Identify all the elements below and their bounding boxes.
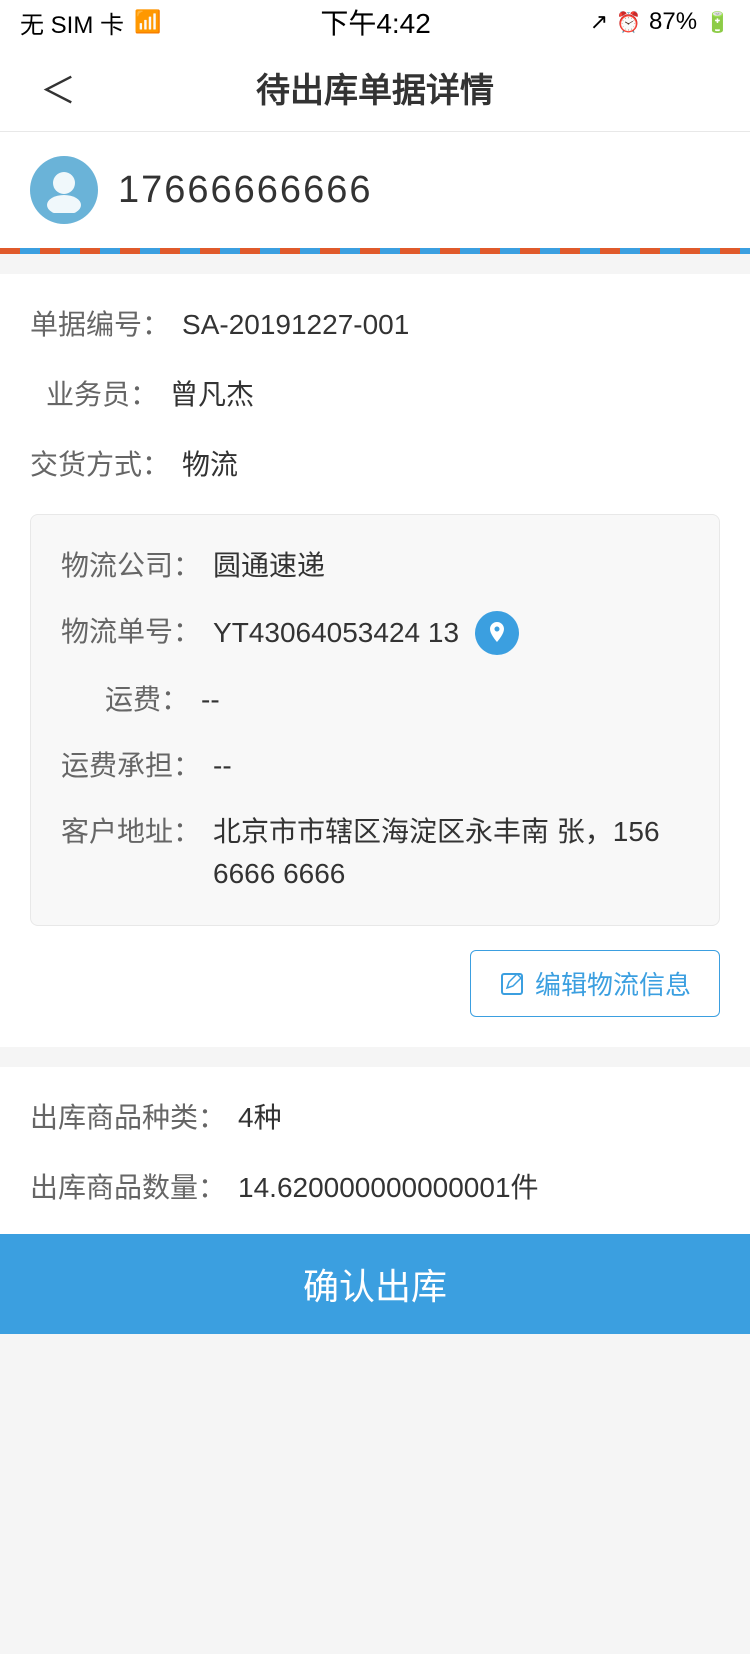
status-time: 下午4:42 xyxy=(320,2,431,42)
avatar xyxy=(30,156,98,224)
track-location-button[interactable] xyxy=(475,611,519,655)
user-icon xyxy=(41,167,87,213)
address-row: 客户地址： 北京市市辖区海淀区永丰南 张，156 6666 6666 xyxy=(61,811,689,895)
freight-value: -- xyxy=(201,679,689,721)
edit-icon xyxy=(499,971,525,997)
product-types-value: 4种 xyxy=(238,1097,720,1139)
tracking-label: 物流单号： xyxy=(61,611,213,653)
tracking-row: 物流单号： YT43064053424 13 xyxy=(61,611,689,655)
confirm-label: 确认出库 xyxy=(303,1258,447,1310)
order-number-value: SA-20191227-001 xyxy=(182,304,720,346)
logistics-company-row: 物流公司： 圆通速递 xyxy=(61,545,689,587)
freight-bear-value: -- xyxy=(213,745,689,787)
product-types-label: 出库商品种类： xyxy=(30,1097,238,1139)
address-label: 客户地址： xyxy=(61,811,213,853)
salesman-value: 曾凡杰 xyxy=(170,374,720,416)
order-number-label: 单据编号： xyxy=(30,304,182,346)
logistics-company-value: 圆通速递 xyxy=(213,545,689,587)
edit-logistics-button[interactable]: 编辑物流信息 xyxy=(470,950,720,1017)
tracking-value-row: YT43064053424 13 xyxy=(213,611,519,655)
edit-logistics-label: 编辑物流信息 xyxy=(535,965,691,1002)
status-bar: 无 SIM 卡 📶 下午4:42 ↗ ⏰ 87% 🔋 xyxy=(0,0,750,44)
tracking-value: YT43064053424 13 xyxy=(213,612,459,654)
carrier-label: 无 SIM 卡 xyxy=(20,5,124,40)
address-value: 北京市市辖区海淀区永丰南 张，156 6666 6666 xyxy=(213,811,689,895)
delivery-value: 物流 xyxy=(182,444,720,486)
logistics-company-label: 物流公司： xyxy=(61,545,213,587)
location-status-icon: ↗ xyxy=(590,9,608,35)
confirm-bar[interactable]: 确认出库 xyxy=(0,1234,750,1334)
back-button[interactable]: ＜ xyxy=(30,52,86,124)
customer-phone: 17666666666 xyxy=(118,169,372,212)
order-number-row: 单据编号： SA-20191227-001 xyxy=(30,304,720,346)
battery-icon: 🔋 xyxy=(705,10,730,35)
wifi-icon: 📶 xyxy=(134,9,161,35)
location-pin-icon xyxy=(484,620,510,646)
delivery-label: 交货方式： xyxy=(30,444,182,486)
freight-row: 运费： -- xyxy=(61,679,689,721)
empty-space xyxy=(0,1334,750,1534)
alarm-icon: ⏰ xyxy=(616,10,641,35)
order-info-section: 单据编号： SA-20191227-001 业务员： 曾凡杰 交货方式： 物流 … xyxy=(0,274,750,1047)
delivery-row: 交货方式： 物流 xyxy=(30,444,720,486)
product-quantity-row: 出库商品数量： 14.620000000000001件 xyxy=(30,1167,720,1209)
edit-btn-container: 编辑物流信息 xyxy=(30,950,720,1017)
salesman-row: 业务员： 曾凡杰 xyxy=(30,374,720,416)
product-quantity-value: 14.620000000000001件 xyxy=(238,1167,720,1209)
product-types-row: 出库商品种类： 4种 xyxy=(30,1097,720,1139)
freight-label: 运费： xyxy=(61,679,201,721)
freight-bear-label: 运费承担： xyxy=(61,745,213,787)
status-left: 无 SIM 卡 📶 xyxy=(20,5,161,40)
freight-bear-row: 运费承担： -- xyxy=(61,745,689,787)
nav-bar: ＜ 待出库单据详情 xyxy=(0,44,750,132)
logistics-section: 物流公司： 圆通速递 物流单号： YT43064053424 13 运费： -- xyxy=(30,514,720,926)
battery-label: 87% xyxy=(649,8,697,36)
dashed-divider xyxy=(0,248,750,254)
page-title: 待出库单据详情 xyxy=(256,63,494,112)
product-quantity-label: 出库商品数量： xyxy=(30,1167,238,1209)
salesman-label: 业务员： xyxy=(30,374,170,416)
customer-header: 17666666666 xyxy=(0,132,750,248)
status-right: ↗ ⏰ 87% 🔋 xyxy=(590,8,730,36)
